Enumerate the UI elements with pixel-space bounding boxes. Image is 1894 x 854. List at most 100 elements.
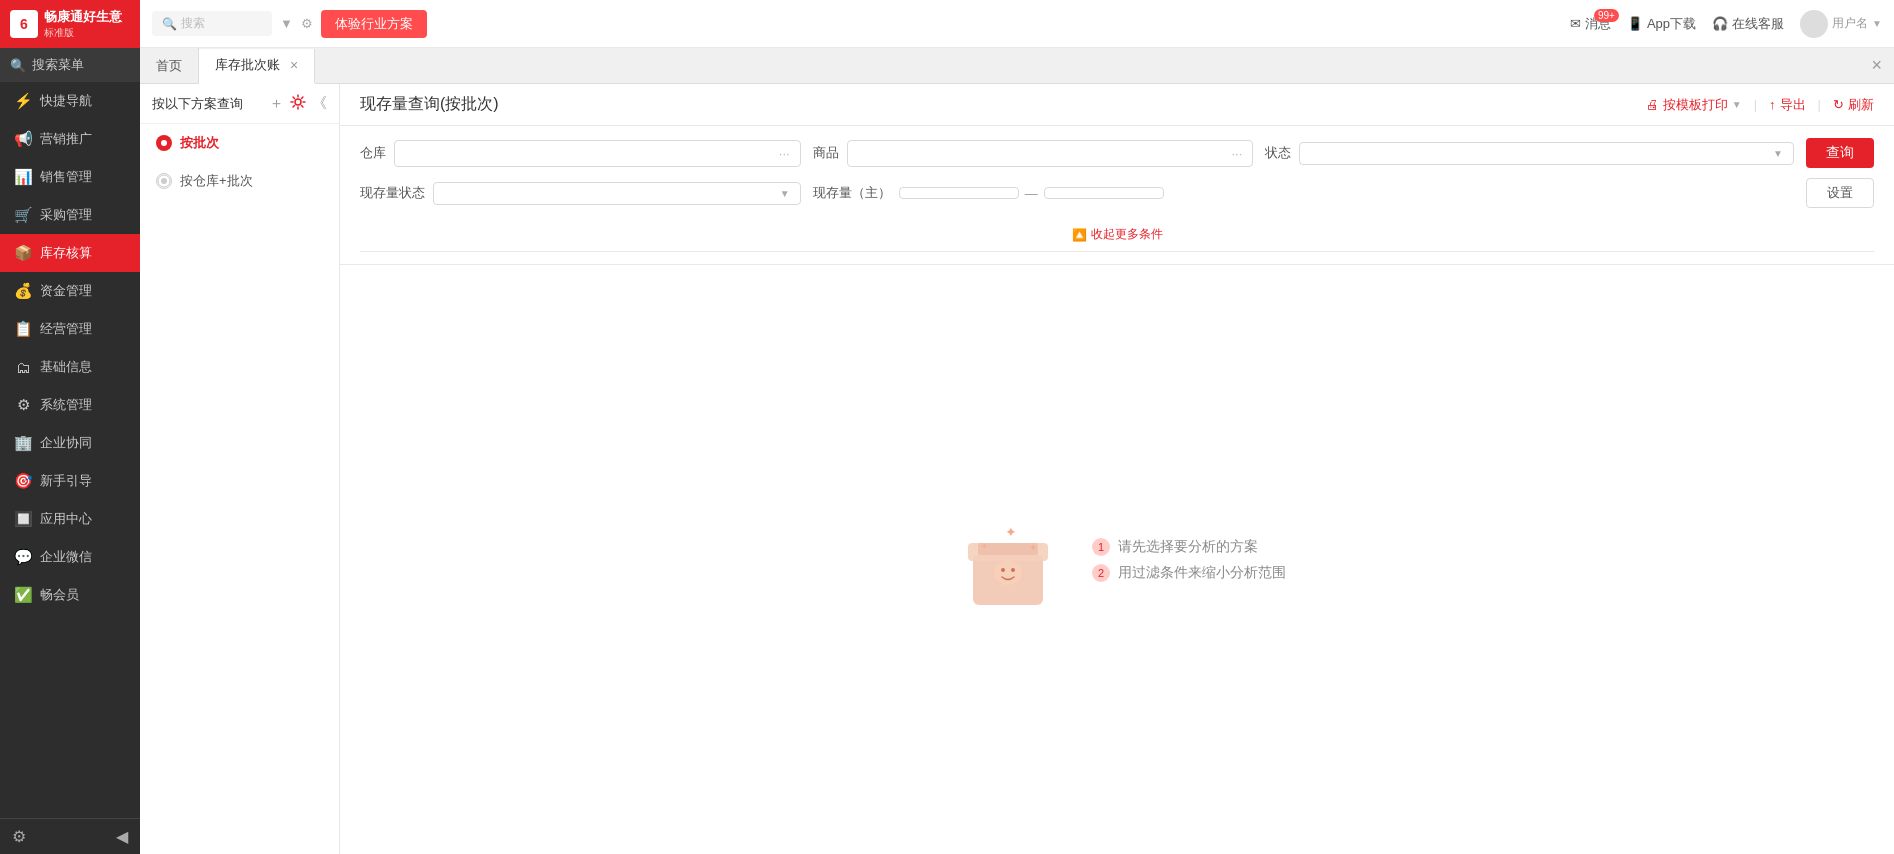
- sidebar-header: 6 畅康通好生意 标准版: [0, 0, 140, 48]
- product-filter: 商品 ···: [813, 140, 1254, 167]
- filter-row-1: 仓库 ··· 商品 ···: [360, 138, 1874, 168]
- newuser-icon: 🎯: [14, 472, 32, 490]
- settings-scheme-btn[interactable]: [290, 94, 306, 113]
- svg-text:✦: ✦: [1029, 542, 1037, 553]
- sidebar-logo: 6: [10, 10, 38, 38]
- collapse-bar[interactable]: 🔼 收起更多条件: [360, 218, 1874, 252]
- refresh-btn[interactable]: ↻ 刷新: [1833, 96, 1874, 114]
- topbar-settings-icon[interactable]: ⚙: [301, 16, 313, 31]
- tabbar: 首页 库存批次账 × ×: [140, 48, 1894, 84]
- warehouse-more-icon: ···: [779, 146, 790, 161]
- sidebar-item-newuser[interactable]: 🎯 新手引导: [0, 462, 140, 500]
- stock-status-filter: 现存量状态 ▼: [360, 182, 801, 205]
- sidebar-item-ops[interactable]: 📋 经营管理: [0, 310, 140, 348]
- sidebar-brand: 畅康通好生意 标准版: [44, 9, 122, 39]
- svg-point-11: [994, 561, 1022, 585]
- sidebar-item-member[interactable]: ✅ 畅会员: [0, 576, 140, 614]
- finance-icon: 💰: [14, 282, 32, 300]
- service-icon: 🎧: [1712, 16, 1728, 31]
- online-service-btn[interactable]: 🎧 在线客服: [1712, 15, 1784, 33]
- sidebar-item-inventory[interactable]: 📦 库存核算: [0, 234, 140, 272]
- svg-point-2: [161, 140, 167, 146]
- stock-qty-to[interactable]: [1044, 187, 1164, 199]
- sidebar-item-sales[interactable]: 📊 销售管理: [0, 158, 140, 196]
- experience-btn[interactable]: 体验行业方案: [321, 10, 427, 38]
- purchase-icon: 🛒: [14, 206, 32, 224]
- sidebar-item-finance[interactable]: 💰 资金管理: [0, 272, 140, 310]
- empty-icon-area: ✦ ✦ ✦: [948, 500, 1068, 620]
- sidebar-item-quick-nav[interactable]: ⚡ 快捷导航: [0, 82, 140, 120]
- product-more-icon: ···: [1231, 146, 1242, 161]
- range-dash: —: [1025, 186, 1038, 201]
- empty-state: ✦ ✦ ✦ 1 请先选择要分析的方案: [340, 265, 1894, 854]
- page-header-actions: 🖨 按模板打印 ▼ | ↑ 导出 | ↻ 刷新: [1646, 96, 1874, 114]
- status-label: 状态: [1265, 144, 1291, 162]
- product-input[interactable]: ···: [847, 140, 1254, 167]
- export-icon: ↑: [1769, 97, 1776, 112]
- svg-point-0: [295, 99, 301, 105]
- avatar: [1800, 10, 1828, 38]
- print-btn[interactable]: 🖨 按模板打印 ▼: [1646, 96, 1742, 114]
- sidebar-search[interactable]: 🔍 搜索菜单: [0, 48, 140, 82]
- batch-dot: [156, 135, 172, 151]
- svg-point-12: [1001, 568, 1005, 572]
- left-panel-icons: ＋ 《: [269, 94, 327, 113]
- topbar-dropdown-icon[interactable]: ▼: [280, 16, 293, 31]
- tab-batch-account[interactable]: 库存批次账 ×: [199, 49, 315, 84]
- scheme-by-batch[interactable]: 按批次: [140, 124, 339, 162]
- collapse-panel-btn[interactable]: 《: [312, 94, 327, 113]
- query-button[interactable]: 查询: [1806, 138, 1874, 168]
- sidebar-item-basic[interactable]: 🗂 基础信息: [0, 348, 140, 386]
- warehouse-batch-dot: [156, 173, 172, 189]
- topbar-search-box[interactable]: 🔍 搜索: [152, 11, 272, 36]
- divider1: |: [1754, 97, 1757, 112]
- member-icon: ✅: [14, 586, 32, 604]
- user-menu[interactable]: 用户名 ▼: [1800, 10, 1882, 38]
- stock-status-select[interactable]: ▼: [433, 182, 801, 205]
- user-dropdown-icon: ▼: [1872, 18, 1882, 29]
- stock-qty-from[interactable]: [899, 187, 1019, 199]
- tab-close-button[interactable]: ×: [290, 57, 298, 73]
- messages-btn[interactable]: ✉ 消息 99+: [1570, 15, 1611, 33]
- sidebar-item-marketing[interactable]: 📢 营销推广: [0, 120, 140, 158]
- warehouse-input[interactable]: ···: [394, 140, 801, 167]
- settings-button[interactable]: 设置: [1806, 178, 1874, 208]
- sidebar-item-system[interactable]: ⚙ 系统管理: [0, 386, 140, 424]
- empty-tips: 1 请先选择要分析的方案 2 用过滤条件来缩小分析范围: [1092, 538, 1286, 582]
- status-chevron-icon: ▼: [1773, 148, 1783, 159]
- app-icon: 📱: [1627, 16, 1643, 31]
- add-scheme-btn[interactable]: ＋: [269, 94, 284, 113]
- sidebar-settings-button[interactable]: ⚙: [12, 827, 26, 846]
- quick-nav-icon: ⚡: [14, 92, 32, 110]
- page-close-button[interactable]: ×: [1859, 55, 1894, 76]
- sidebar-item-purchase[interactable]: 🛒 采购管理: [0, 196, 140, 234]
- filter-area: 仓库 ··· 商品 ···: [340, 126, 1894, 265]
- empty-tip-1: 1 请先选择要分析的方案: [1092, 538, 1286, 556]
- warehouse-label: 仓库: [360, 144, 386, 162]
- enterprise-icon: 🏢: [14, 434, 32, 452]
- message-icon: ✉: [1570, 16, 1581, 31]
- sidebar-collapse-button[interactable]: ◀: [116, 827, 128, 846]
- print-dropdown-icon[interactable]: ▼: [1732, 99, 1742, 110]
- sidebar-item-enterprise[interactable]: 🏢 企业协同: [0, 424, 140, 462]
- filter-row-2: 现存量状态 ▼ 现存量（主） —: [360, 178, 1874, 208]
- right-panel: 现存量查询(按批次) 🖨 按模板打印 ▼ | ↑ 导出 | ↻: [340, 84, 1894, 854]
- status-select[interactable]: ▼: [1299, 142, 1794, 165]
- scheme-by-warehouse-batch[interactable]: 按仓库+批次: [140, 162, 339, 200]
- tab-home[interactable]: 首页: [140, 48, 199, 83]
- inventory-icon: 📦: [14, 244, 32, 262]
- tip-num-1: 1: [1092, 538, 1110, 556]
- svg-point-4: [161, 178, 167, 184]
- empty-tip-2: 2 用过滤条件来缩小分析范围: [1092, 564, 1286, 582]
- sidebar-nav: ⚡ 快捷导航 📢 营销推广 📊 销售管理 🛒 采购管理 📦 库存核算 💰 资金管…: [0, 82, 140, 818]
- app-download-btn[interactable]: 📱 App下载: [1627, 15, 1696, 33]
- status-filter: 状态 ▼: [1265, 142, 1794, 165]
- svg-point-13: [1011, 568, 1015, 572]
- system-icon: ⚙: [14, 396, 32, 414]
- warehouse-filter: 仓库 ···: [360, 140, 801, 167]
- topbar-search-icon: 🔍: [162, 17, 177, 31]
- export-btn[interactable]: ↑ 导出: [1769, 96, 1806, 114]
- sidebar-item-appstore[interactable]: 🔲 应用中心: [0, 500, 140, 538]
- sidebar-item-wechat[interactable]: 💬 企业微信: [0, 538, 140, 576]
- marketing-icon: 📢: [14, 130, 32, 148]
